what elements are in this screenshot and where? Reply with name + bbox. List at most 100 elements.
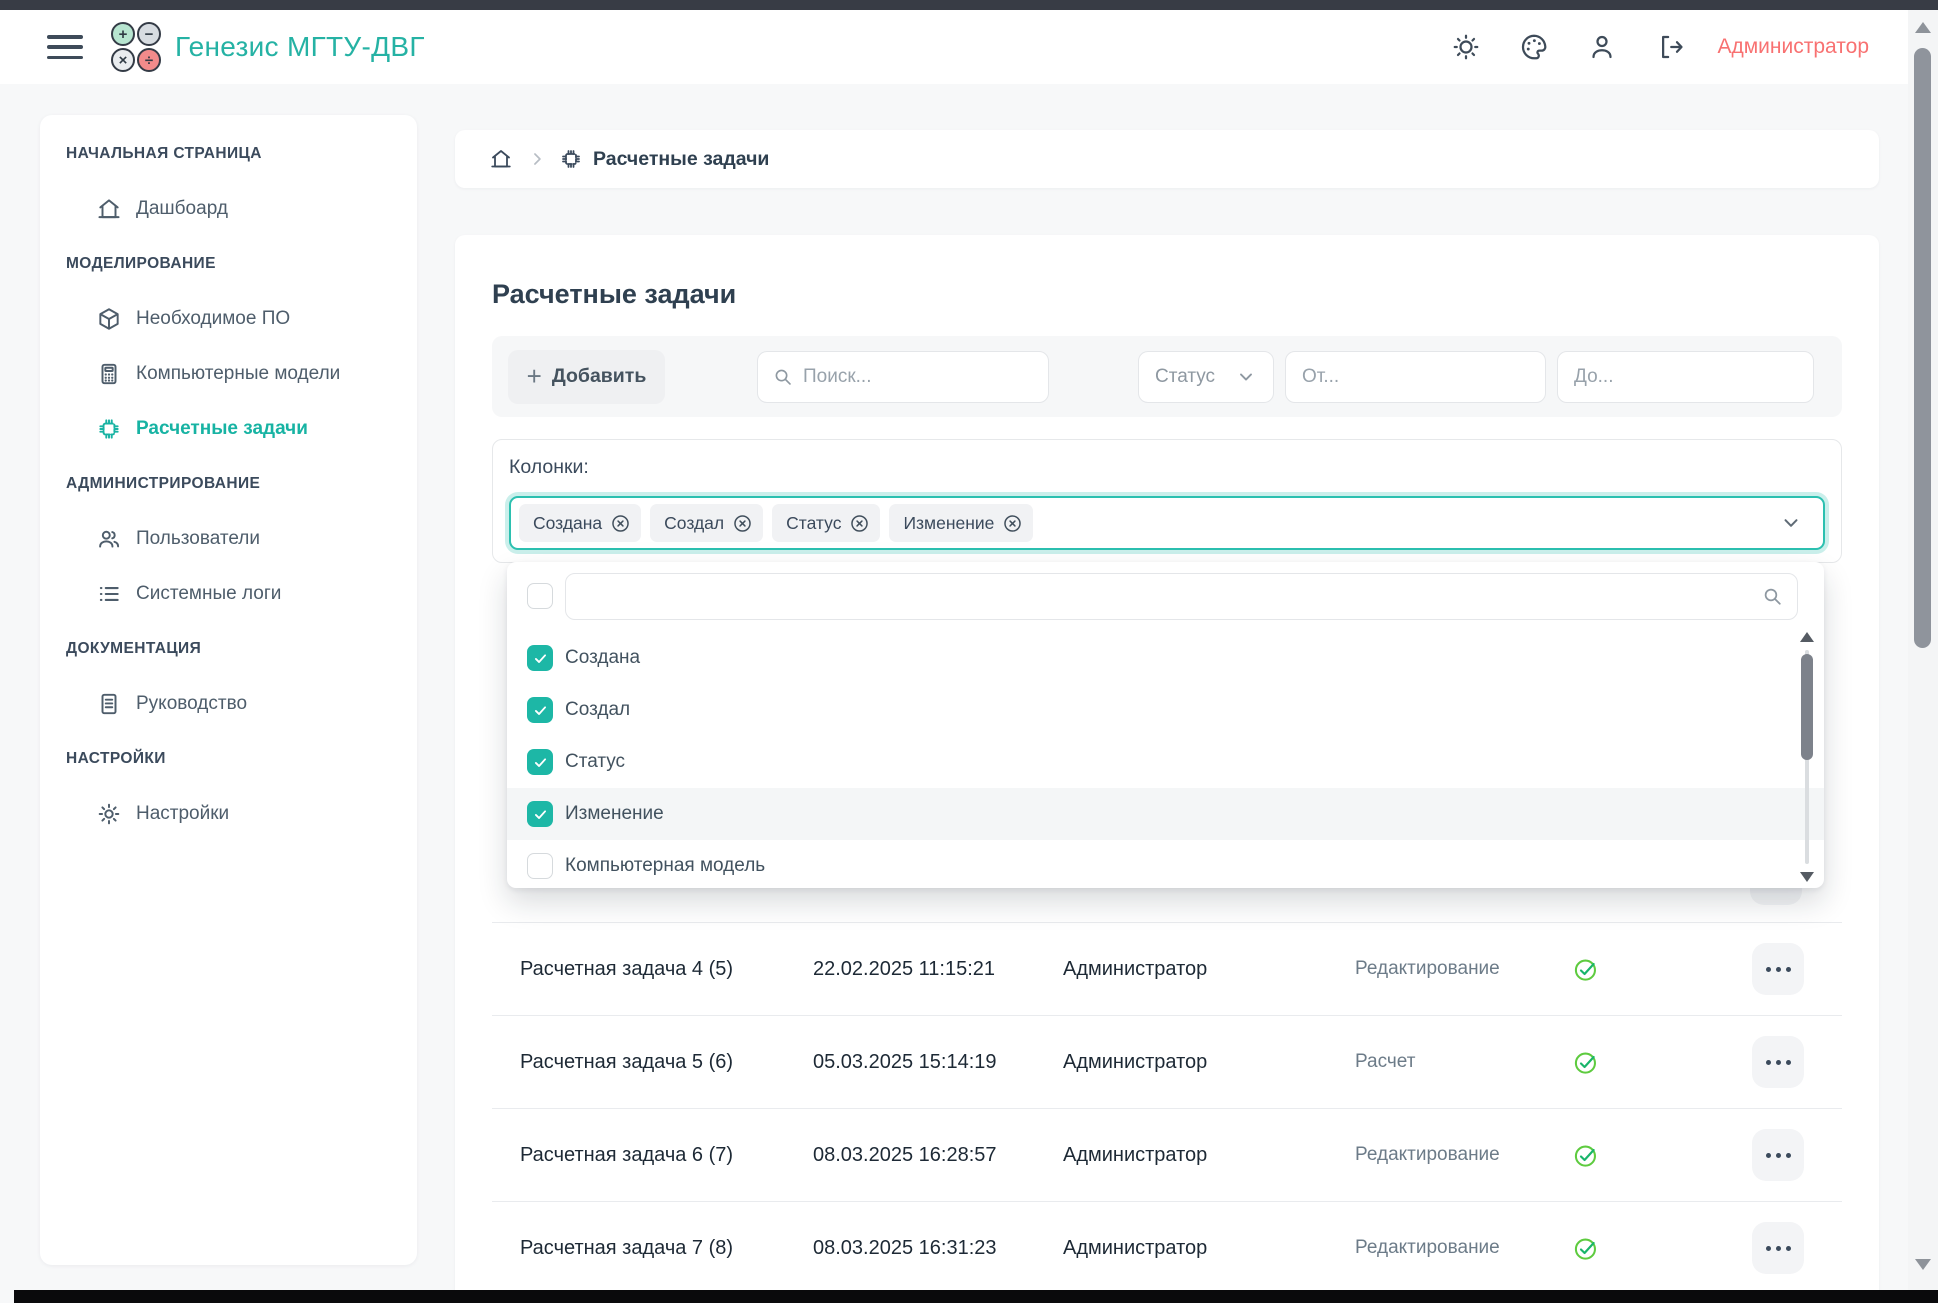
task-author: Администратор	[1063, 1050, 1208, 1073]
status-select[interactable]: Статус	[1138, 350, 1274, 403]
task-created: 05.03.2025 15:14:19	[813, 1050, 997, 1073]
sidebar-item-dashboard[interactable]: Дашбоард	[40, 181, 417, 236]
table-row[interactable]: Расчетная задача 7 (8) 08.03.2025 16:31:…	[492, 1201, 1842, 1294]
checkbox-checked[interactable]	[527, 697, 553, 723]
sidebar-item-computer-models[interactable]: Компьютерные модели	[40, 346, 417, 401]
table-row[interactable]: Расчетная задача 6 (7) 08.03.2025 16:28:…	[492, 1108, 1842, 1201]
columns-multiselect[interactable]: Создана Создал Статус Изменение	[509, 496, 1825, 550]
table-row[interactable]: Расчетная задача 4 (5) 22.02.2025 11:15:…	[492, 922, 1842, 1015]
dropdown-option[interactable]: Компьютерная модель	[507, 840, 1824, 888]
scrollbar-thumb[interactable]	[1801, 654, 1813, 760]
sidebar-section-settings: НАСТРОЙКИ	[66, 749, 166, 767]
scroll-up-arrow[interactable]	[1800, 632, 1814, 642]
sidebar-item-settings[interactable]: Настройки	[40, 786, 417, 841]
search-field	[757, 350, 1049, 403]
columns-dropdown-panel: Создана Создал Статус Изменение Компьюте…	[507, 562, 1824, 888]
add-button[interactable]: + Добавить	[508, 349, 665, 404]
scroll-up-arrow[interactable]	[1915, 22, 1931, 33]
check-circle-icon	[1572, 1142, 1752, 1168]
sidebar-item-label: Компьютерные модели	[136, 362, 341, 384]
checkbox-checked[interactable]	[527, 645, 553, 671]
logo-minus-circle: −	[137, 22, 161, 46]
remove-chip-icon[interactable]	[732, 513, 753, 534]
table-row[interactable]: Расчетная задача 5 (6) 05.03.2025 15:14:…	[492, 1015, 1842, 1108]
logo-divide-circle: ÷	[137, 48, 161, 72]
dropdown-option[interactable]: Статус	[507, 736, 1824, 788]
chevron-down-icon[interactable]	[1779, 511, 1803, 535]
sidebar-item-calculation-tasks[interactable]: Расчетные задачи	[40, 401, 417, 456]
sidebar-item-label: Дашбоард	[136, 197, 228, 219]
dropdown-search-row	[507, 562, 1824, 620]
checkbox-unchecked[interactable]	[527, 853, 553, 879]
date-to-input[interactable]	[1574, 365, 1797, 388]
sidebar-item-label: Пользователи	[136, 527, 261, 549]
chip-icon	[559, 147, 583, 171]
dropdown-scrollbar[interactable]	[1800, 632, 1814, 882]
dropdown-option[interactable]: Создана	[507, 632, 1824, 684]
column-chip: Создал	[650, 504, 764, 542]
remove-chip-icon[interactable]	[610, 513, 631, 534]
row-actions-button[interactable]	[1752, 1222, 1804, 1274]
sidebar-item-label: Руководство	[136, 692, 248, 714]
task-name: Расчетная задача 6 (7)	[520, 1143, 734, 1166]
chip-label: Статус	[786, 512, 842, 533]
logo-plus-circle: +	[111, 22, 135, 46]
remove-chip-icon[interactable]	[1002, 513, 1023, 534]
check-circle-icon	[1572, 1049, 1752, 1075]
palette-icon[interactable]	[1519, 32, 1549, 62]
browser-scrollbar[interactable]	[1908, 10, 1938, 1290]
date-from-input[interactable]	[1302, 365, 1529, 388]
scroll-down-arrow[interactable]	[1800, 872, 1814, 882]
scrollbar-thumb[interactable]	[1914, 48, 1931, 648]
user-icon[interactable]	[1587, 32, 1617, 62]
sidebar-item-manual[interactable]: Руководство	[40, 676, 417, 731]
sidebar-item-users[interactable]: Пользователи	[40, 511, 417, 566]
search-input[interactable]	[803, 365, 1034, 388]
row-actions-button[interactable]	[1752, 1129, 1804, 1181]
home-icon[interactable]	[489, 147, 513, 171]
checkbox-checked[interactable]	[527, 749, 553, 775]
date-to-field	[1557, 350, 1814, 403]
sidebar-item-required-software[interactable]: Необходимое ПО	[40, 291, 417, 346]
chip-label: Создал	[664, 512, 725, 533]
brand-title: Генезис МГТУ-ДВГ	[175, 31, 425, 62]
option-label: Создана	[565, 647, 641, 668]
header-actions: Администратор	[1451, 10, 1869, 84]
document-icon	[96, 691, 122, 717]
theme-sun-icon[interactable]	[1451, 32, 1481, 62]
select-all-checkbox[interactable]	[527, 583, 553, 609]
logo-multiply-circle: ×	[111, 48, 135, 72]
status-select-value: Статус	[1155, 365, 1216, 387]
option-label: Изменение	[565, 803, 664, 824]
row-actions-button[interactable]	[1752, 943, 1804, 995]
list-icon	[96, 581, 122, 607]
home-icon	[96, 196, 122, 222]
task-name: Расчетная задача 5 (6)	[520, 1050, 734, 1073]
column-chip: Статус	[772, 504, 881, 542]
task-name: Расчетная задача 4 (5)	[520, 957, 734, 980]
logout-icon[interactable]	[1655, 32, 1685, 62]
task-author: Администратор	[1063, 957, 1208, 980]
window-bottom-edge	[14, 1290, 1938, 1303]
option-label: Статус	[565, 751, 626, 772]
checkbox-checked[interactable]	[527, 801, 553, 827]
dropdown-search-input[interactable]	[580, 585, 1761, 607]
dropdown-option[interactable]: Изменение	[507, 788, 1824, 840]
menu-toggle-button[interactable]	[47, 32, 83, 62]
sidebar-item-system-logs[interactable]: Системные логи	[40, 566, 417, 621]
option-label: Компьютерная модель	[565, 855, 766, 876]
page-title: Расчетные задачи	[492, 279, 737, 309]
add-button-label: Добавить	[551, 365, 647, 387]
dropdown-option[interactable]: Создал	[507, 684, 1824, 736]
app-screen: + − × ÷ Генезис МГТУ-ДВГ Администратор Н…	[0, 0, 1938, 1303]
remove-chip-icon[interactable]	[849, 513, 870, 534]
row-actions-button[interactable]	[1752, 1036, 1804, 1088]
breadcrumb-current-page[interactable]: Расчетные задачи	[593, 148, 769, 171]
scroll-down-arrow[interactable]	[1915, 1259, 1931, 1270]
users-icon	[96, 526, 122, 552]
user-role-label[interactable]: Администратор	[1717, 35, 1869, 59]
sidebar-section-documentation: ДОКУМЕНТАЦИЯ	[66, 639, 202, 657]
dropdown-search-field	[565, 572, 1798, 620]
columns-section: Колонки: Создана Создал Статус Изменение	[492, 439, 1842, 563]
check-circle-icon	[1572, 1235, 1752, 1261]
